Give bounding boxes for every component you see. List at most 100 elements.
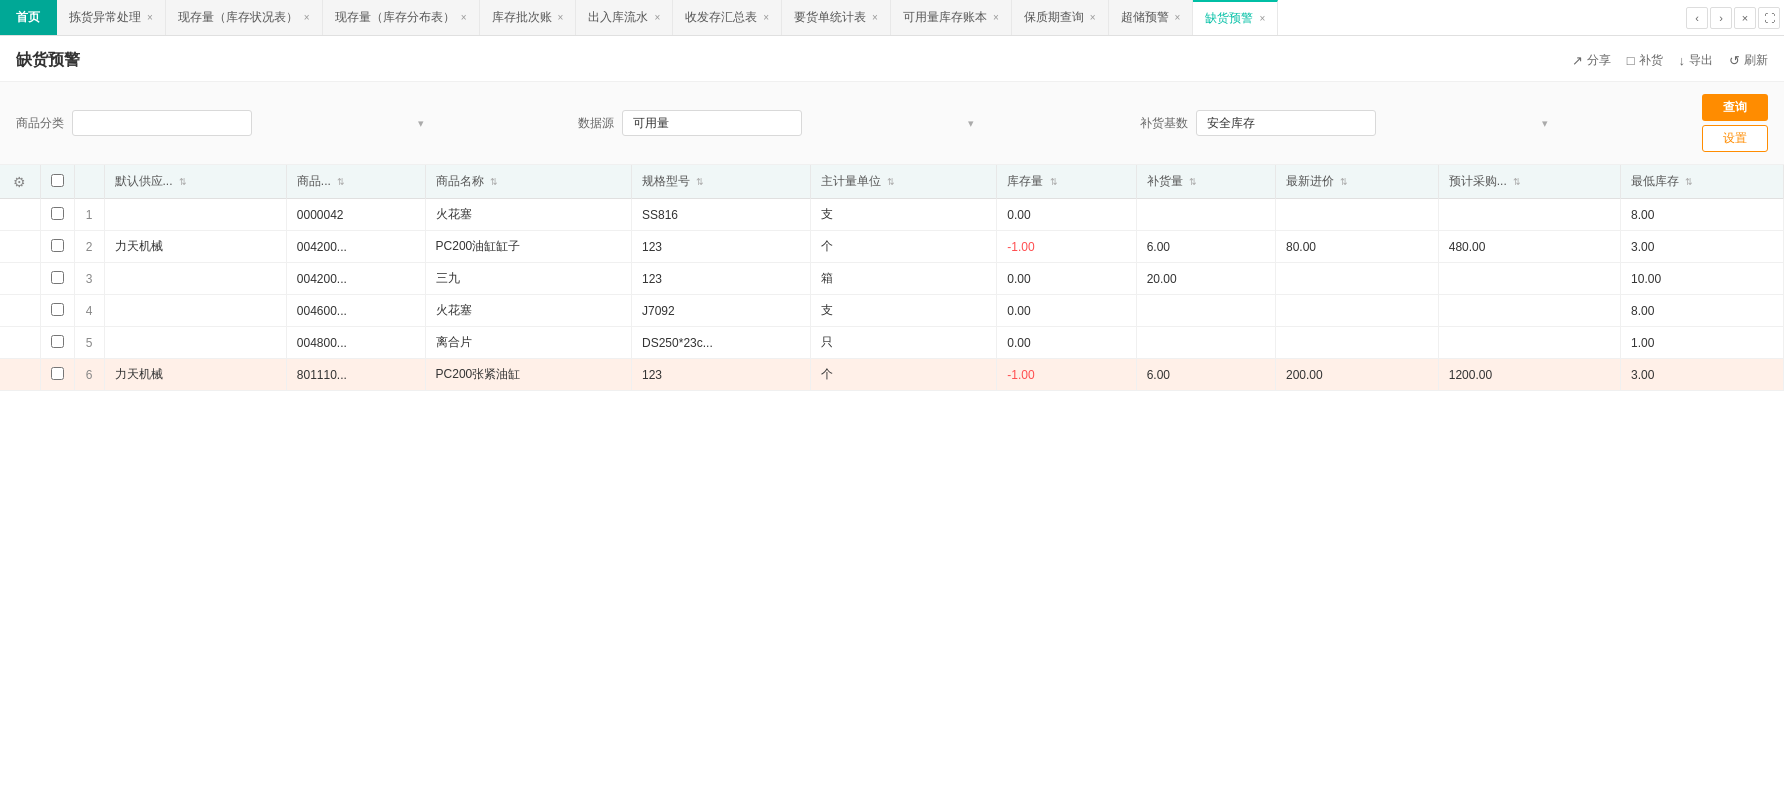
- replenish-button[interactable]: □ 补货: [1627, 52, 1663, 69]
- row-checkbox-cell-4[interactable]: [40, 327, 74, 359]
- category-select[interactable]: [72, 110, 252, 136]
- col-product-name-label: 商品名称: [436, 174, 484, 188]
- row-estimated-purchase-5: 1200.00: [1438, 359, 1620, 391]
- row-replenish-qty-0: [1136, 199, 1275, 231]
- tab-overstock[interactable]: 超储预警 ×: [1109, 0, 1194, 35]
- col-spec-model-sort[interactable]: ⇅: [696, 177, 704, 187]
- row-supplier-0: [104, 199, 286, 231]
- row-checkbox-2[interactable]: [51, 271, 64, 284]
- col-checkbox-header[interactable]: [40, 165, 74, 199]
- row-gear-1: [0, 231, 40, 263]
- row-latest-price-4: [1276, 327, 1439, 359]
- query-button[interactable]: 查询: [1702, 94, 1768, 121]
- row-spec-model-3: J7092: [632, 295, 811, 327]
- row-gear-2: [0, 263, 40, 295]
- row-checkbox-cell-0[interactable]: [40, 199, 74, 231]
- col-default-supplier-sort[interactable]: ⇅: [179, 177, 187, 187]
- col-inventory-sort[interactable]: ⇅: [1050, 177, 1058, 187]
- stockout-table: ⚙ 默认供应... ⇅ 商品... ⇅ 商品名称: [0, 165, 1784, 391]
- tab-close-order-stats[interactable]: ×: [872, 12, 878, 23]
- export-label: 导出: [1689, 52, 1713, 69]
- share-button[interactable]: ↗ 分享: [1572, 52, 1611, 69]
- table-row[interactable]: 1 0000042 火花塞 SS816 支 0.00 8.00: [0, 199, 1784, 231]
- tab-close-overstock[interactable]: ×: [1175, 12, 1181, 23]
- tab-inventory-dist[interactable]: 现存量（库存分布表）×: [323, 0, 480, 35]
- col-spec-model-label: 规格型号: [642, 174, 690, 188]
- tab-close-inventory-status[interactable]: ×: [304, 12, 310, 23]
- col-estimated-purchase-sort[interactable]: ⇅: [1513, 177, 1521, 187]
- row-checkbox-4[interactable]: [51, 335, 64, 348]
- tab-close-expiry-query[interactable]: ×: [1090, 12, 1096, 23]
- col-unit: 主计量单位 ⇅: [811, 165, 997, 199]
- row-supplier-1: 力天机械: [104, 231, 286, 263]
- col-replenish-qty-sort[interactable]: ⇅: [1189, 177, 1197, 187]
- category-select-wrapper: [72, 110, 432, 136]
- refresh-button[interactable]: ↺ 刷新: [1729, 52, 1768, 69]
- tab-label: 超储预警: [1121, 9, 1169, 26]
- refresh-label: 刷新: [1744, 52, 1768, 69]
- tab-inout-flow[interactable]: 出入库流水 ×: [576, 0, 673, 35]
- tab-close-batch-account[interactable]: ×: [558, 12, 564, 23]
- row-checkbox-cell-2[interactable]: [40, 263, 74, 295]
- export-button[interactable]: ↓ 导出: [1679, 52, 1714, 69]
- tab-defect-exception[interactable]: 拣货异常处理×: [57, 0, 166, 35]
- tab-order-stats[interactable]: 要货单统计表×: [782, 0, 891, 35]
- tab-prev-btn[interactable]: ‹: [1686, 7, 1708, 29]
- row-min-inventory-2: 10.00: [1621, 263, 1784, 295]
- row-checkbox-1[interactable]: [51, 239, 64, 252]
- row-product-code-0: 0000042: [286, 199, 425, 231]
- replenish-basis-select-wrapper: 安全库存: [1196, 110, 1556, 136]
- datasource-select-wrapper: 可用量: [622, 110, 982, 136]
- row-checkbox-cell-5[interactable]: [40, 359, 74, 391]
- table-row[interactable]: 5 004800... 离合片 DS250*23c... 只 0.00 1.00: [0, 327, 1784, 359]
- col-product-name-sort[interactable]: ⇅: [490, 177, 498, 187]
- share-label: 分享: [1587, 52, 1611, 69]
- select-all-checkbox[interactable]: [51, 174, 64, 187]
- gear-icon[interactable]: ⚙: [13, 174, 26, 190]
- row-num-3: 4: [74, 295, 104, 327]
- row-num-2: 3: [74, 263, 104, 295]
- row-checkbox-cell-1[interactable]: [40, 231, 74, 263]
- tab-expiry-query[interactable]: 保质期查询 ×: [1012, 0, 1109, 35]
- col-spec-model: 规格型号 ⇅: [632, 165, 811, 199]
- datasource-select[interactable]: 可用量: [622, 110, 802, 136]
- row-inventory-1: -1.00: [997, 231, 1136, 263]
- col-latest-price-sort[interactable]: ⇅: [1340, 177, 1348, 187]
- tab-available-ledger[interactable]: 可用量库存账本×: [891, 0, 1012, 35]
- replenish-basis-select[interactable]: 安全库存: [1196, 110, 1376, 136]
- tab-close-inout-flow[interactable]: ×: [654, 12, 660, 23]
- tab-collect-summary[interactable]: 收发存汇总表×: [673, 0, 782, 35]
- row-checkbox-3[interactable]: [51, 303, 64, 316]
- col-unit-sort[interactable]: ⇅: [887, 177, 895, 187]
- col-gear[interactable]: ⚙: [0, 165, 40, 199]
- settings-button[interactable]: 设置: [1702, 125, 1768, 152]
- row-min-inventory-1: 3.00: [1621, 231, 1784, 263]
- tab-close-defect-exception[interactable]: ×: [147, 12, 153, 23]
- table-row[interactable]: 2 力天机械 004200... PC200油缸缸子 123 个 -1.00 6…: [0, 231, 1784, 263]
- tab-stockout-warning[interactable]: 缺货预警×: [1193, 0, 1278, 35]
- row-num-5: 6: [74, 359, 104, 391]
- tab-label: 出入库流水: [588, 9, 648, 26]
- col-min-inventory-sort[interactable]: ⇅: [1685, 177, 1693, 187]
- tab-label: 保质期查询: [1024, 9, 1084, 26]
- tab-close-stockout-warning[interactable]: ×: [1259, 13, 1265, 24]
- col-product-code-sort[interactable]: ⇅: [337, 177, 345, 187]
- row-replenish-qty-4: [1136, 327, 1275, 359]
- table-row[interactable]: 3 004200... 三九 123 箱 0.00 20.00 10.00: [0, 263, 1784, 295]
- tab-close-btn[interactable]: ×: [1734, 7, 1756, 29]
- col-default-supplier: 默认供应... ⇅: [104, 165, 286, 199]
- tab-close-collect-summary[interactable]: ×: [763, 12, 769, 23]
- col-latest-price-label: 最新进价: [1286, 174, 1334, 188]
- tab-next-btn[interactable]: ›: [1710, 7, 1732, 29]
- row-checkbox-cell-3[interactable]: [40, 295, 74, 327]
- tab-home[interactable]: 首页: [0, 0, 57, 35]
- tab-close-inventory-dist[interactable]: ×: [461, 12, 467, 23]
- row-checkbox-5[interactable]: [51, 367, 64, 380]
- row-checkbox-0[interactable]: [51, 207, 64, 220]
- table-row[interactable]: 4 004600... 火花塞 J7092 支 0.00 8.00: [0, 295, 1784, 327]
- tab-inventory-status[interactable]: 现存量（库存状况表）×: [166, 0, 323, 35]
- tab-fullscreen-btn[interactable]: ⛶: [1758, 7, 1780, 29]
- tab-close-available-ledger[interactable]: ×: [993, 12, 999, 23]
- table-row[interactable]: 6 力天机械 801110... PC200张紧油缸 123 个 -1.00 6…: [0, 359, 1784, 391]
- tab-batch-account[interactable]: 库存批次账×: [480, 0, 577, 35]
